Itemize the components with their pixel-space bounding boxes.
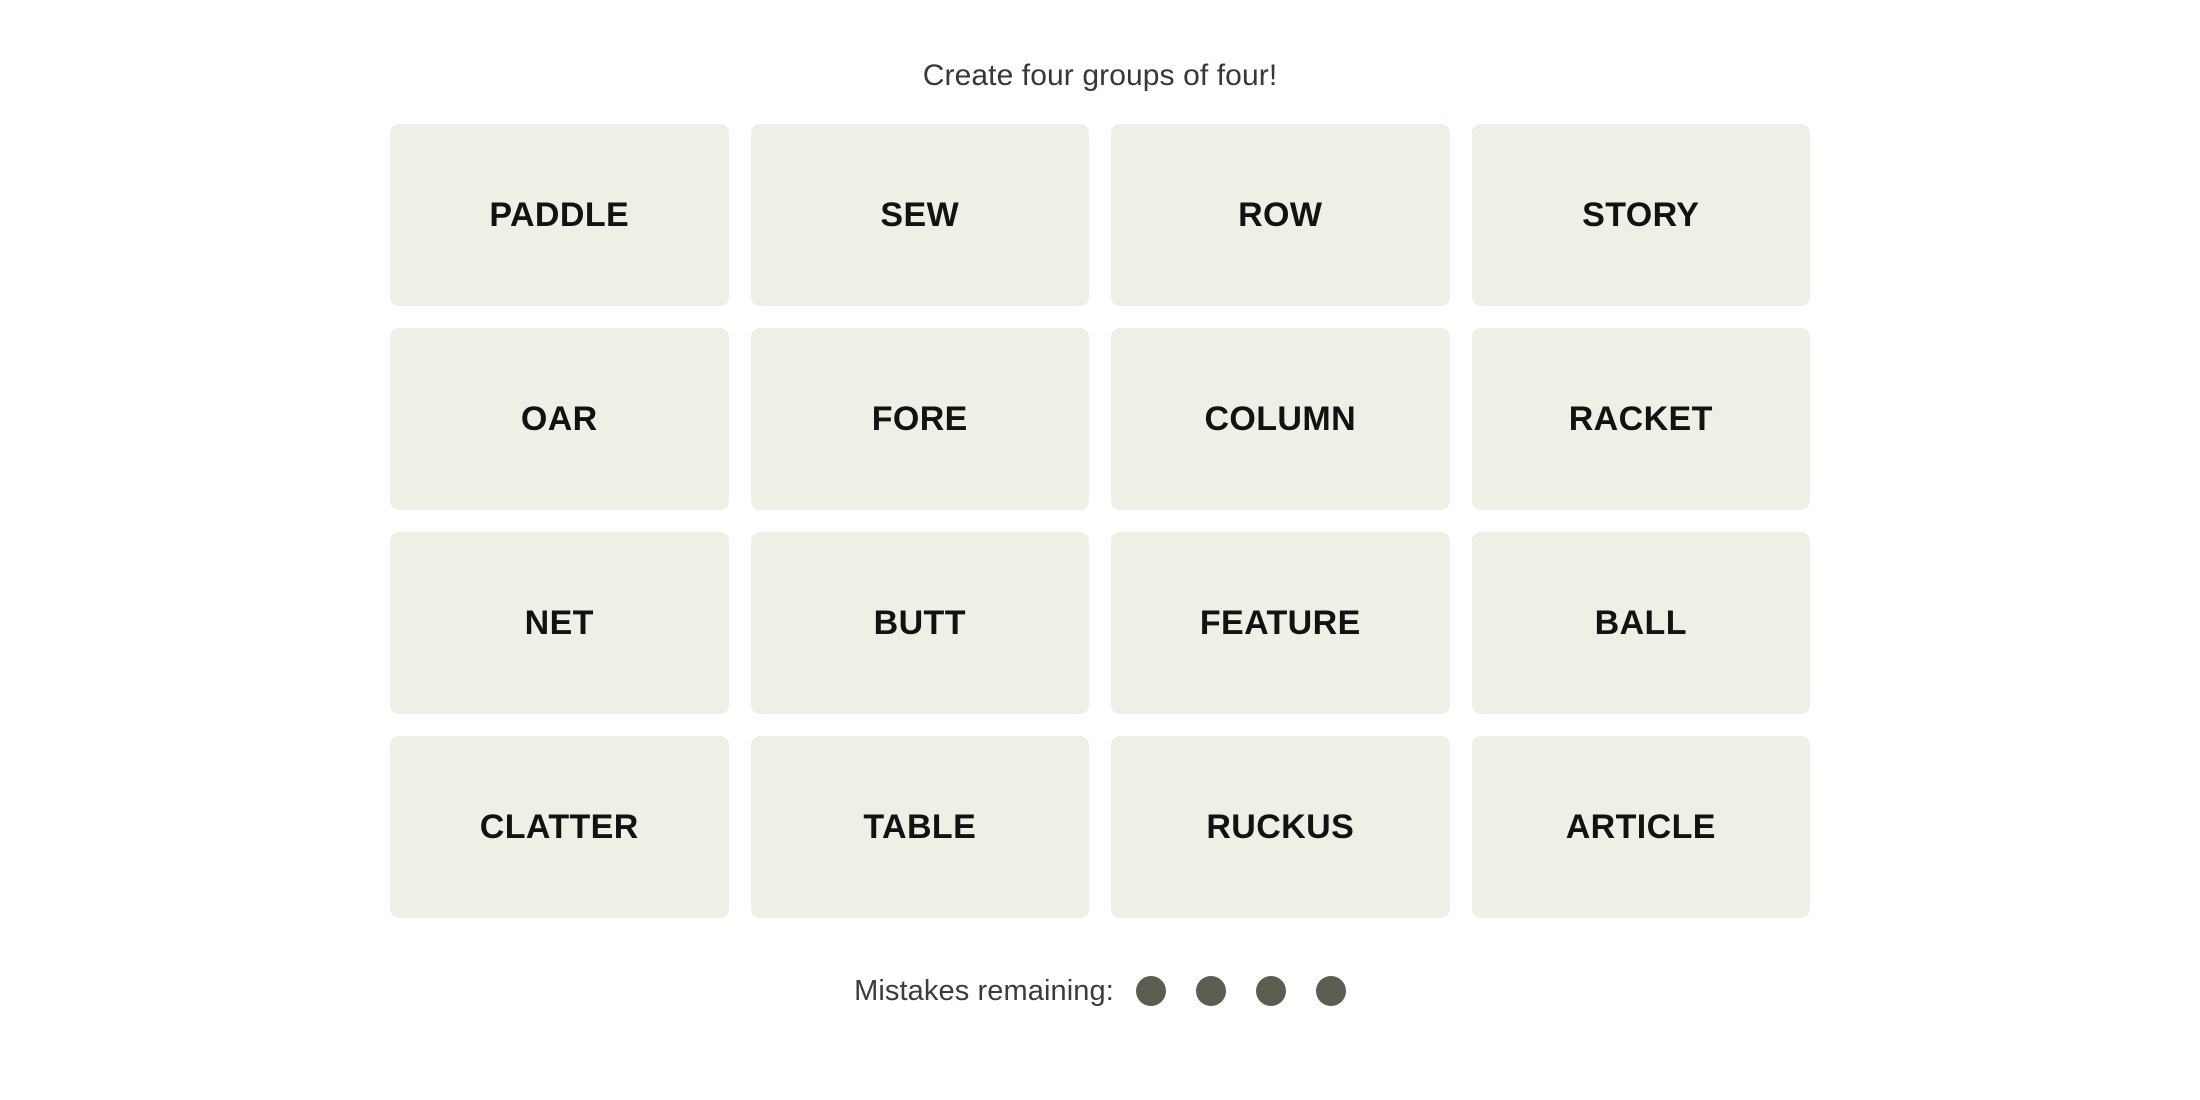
word-tile-fore[interactable]: FORE bbox=[750, 328, 1089, 510]
word-tile-label: NET bbox=[524, 604, 594, 642]
word-tile-label: RUCKUS bbox=[1206, 808, 1355, 846]
word-tile-label: BUTT bbox=[873, 604, 966, 642]
mistake-dot-icon bbox=[1195, 976, 1226, 1006]
word-tile-clatter[interactable]: CLATTER bbox=[390, 736, 729, 918]
word-tile-label: FEATURE bbox=[1199, 604, 1361, 642]
mistake-dot-icon bbox=[1135, 976, 1166, 1006]
word-tile-label: RACKET bbox=[1568, 400, 1713, 438]
word-tile-label: COLUMN bbox=[1204, 400, 1357, 438]
word-tile-label: FORE bbox=[871, 400, 968, 438]
word-tile-story[interactable]: STORY bbox=[1471, 124, 1810, 306]
connections-game: Create four groups of four! PADDLE SEW R… bbox=[0, 0, 2200, 1100]
word-tile-label: STORY bbox=[1582, 196, 1700, 234]
word-tile-ball[interactable]: BALL bbox=[1471, 532, 1810, 714]
word-tile-label: TABLE bbox=[863, 808, 977, 846]
mistakes-remaining-label: Mistakes remaining: bbox=[854, 974, 1114, 1007]
word-tile-label: SEW bbox=[880, 196, 960, 234]
word-tile-column[interactable]: COLUMN bbox=[1111, 328, 1450, 510]
word-tile-table[interactable]: TABLE bbox=[750, 736, 1089, 918]
word-tile-label: ARTICLE bbox=[1565, 808, 1716, 846]
word-tile-ruckus[interactable]: RUCKUS bbox=[1111, 736, 1450, 918]
word-tile-sew[interactable]: SEW bbox=[750, 124, 1089, 306]
instruction-text: Create four groups of four! bbox=[922, 59, 1278, 92]
word-tile-oar[interactable]: OAR bbox=[390, 328, 729, 510]
word-tile-label: BALL bbox=[1594, 604, 1687, 642]
mistake-dot-icon bbox=[1255, 976, 1286, 1006]
mistakes-dot-group bbox=[1135, 976, 1346, 1006]
word-tile-article[interactable]: ARTICLE bbox=[1471, 736, 1810, 918]
word-tile-butt[interactable]: BUTT bbox=[750, 532, 1089, 714]
mistakes-remaining: Mistakes remaining: bbox=[854, 976, 1346, 1006]
word-tile-racket[interactable]: RACKET bbox=[1471, 328, 1810, 510]
mistake-dot-icon bbox=[1315, 976, 1346, 1006]
word-tile-paddle[interactable]: PADDLE bbox=[390, 124, 729, 306]
word-tile-net[interactable]: NET bbox=[390, 532, 729, 714]
word-tile-label: CLATTER bbox=[479, 808, 639, 846]
word-tile-label: OAR bbox=[520, 400, 598, 438]
word-tile-row[interactable]: ROW bbox=[1111, 124, 1450, 306]
word-tile-feature[interactable]: FEATURE bbox=[1111, 532, 1450, 714]
word-tile-label: ROW bbox=[1238, 196, 1323, 234]
word-grid: PADDLE SEW ROW STORY OAR FORE COLUMN RAC… bbox=[390, 124, 1810, 918]
word-tile-label: PADDLE bbox=[489, 196, 630, 234]
